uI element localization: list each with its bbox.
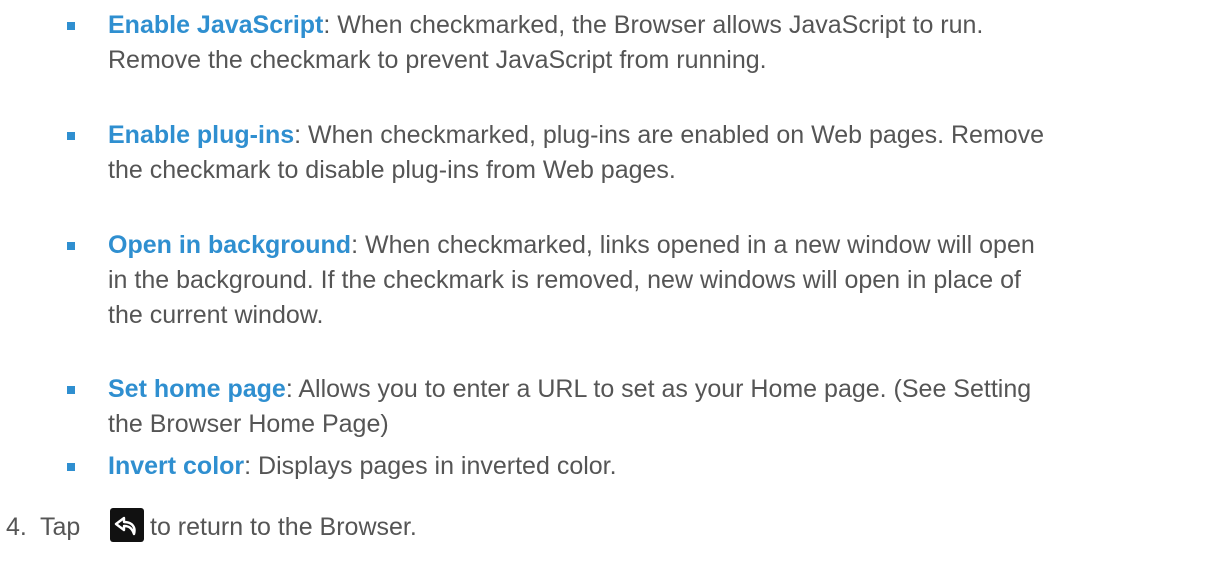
bullet-term: Enable plug-ins bbox=[108, 121, 295, 149]
bullet-line: Invert color: Displays pages in inverted… bbox=[108, 449, 1198, 484]
bullet-text: Open in background: When checkmarked, li… bbox=[108, 228, 1198, 333]
back-arrow-icon-glyph bbox=[114, 516, 136, 536]
bullet-text: Set home page: Allows you to enter a URL… bbox=[108, 372, 1198, 442]
bullet-line: Set home page: Allows you to enter a URL… bbox=[108, 372, 1198, 407]
bullet-description: : When checkmarked, the Browser allows J… bbox=[323, 11, 984, 39]
bullet-line: the checkmark to disable plug-ins from W… bbox=[108, 156, 676, 184]
bullet-description: : Displays pages in inverted color. bbox=[244, 452, 617, 480]
bullet-text: Enable plug-ins: When checkmarked, plug-… bbox=[108, 118, 1198, 188]
square-bullet-icon bbox=[67, 463, 75, 471]
bullet-term: Invert color bbox=[108, 452, 245, 480]
bullet-line: Enable JavaScript: When checkmarked, the… bbox=[108, 8, 1198, 43]
square-bullet-icon bbox=[67, 22, 75, 30]
bullet-text: Invert color: Displays pages in inverted… bbox=[108, 449, 1198, 484]
bullet-description: : Allows you to enter a URL to set as yo… bbox=[285, 375, 1032, 403]
bullet-term: Set home page bbox=[108, 375, 286, 403]
bullet-line: Remove the checkmark to prevent JavaScri… bbox=[108, 46, 767, 74]
step-4: 4. Tap to return to the Browser. bbox=[0, 508, 1215, 548]
square-bullet-icon bbox=[67, 242, 75, 250]
bullet-line: Open in background: When checkmarked, li… bbox=[108, 228, 1198, 263]
bullet-line: in the background. If the checkmark is r… bbox=[108, 266, 1021, 294]
bullet-description: : When checkmarked, links opened in a ne… bbox=[351, 231, 1035, 259]
bullet-term: Open in background bbox=[108, 231, 352, 259]
bullet-line: the current window. bbox=[108, 301, 324, 329]
bullet-description: : When checkmarked, plug-ins are enabled… bbox=[294, 121, 1045, 149]
bullet-line: Enable plug-ins: When checkmarked, plug-… bbox=[108, 118, 1198, 153]
step-number: 4. bbox=[6, 513, 27, 541]
bullet-text: Enable JavaScript: When checkmarked, the… bbox=[108, 8, 1198, 78]
back-arrow-icon bbox=[110, 508, 144, 542]
bullet-line: the Browser Home Page) bbox=[108, 410, 389, 438]
step-text-after-icon: to return to the Browser. bbox=[150, 513, 417, 541]
step-text-before-icon: Tap bbox=[40, 513, 81, 541]
square-bullet-icon bbox=[67, 386, 75, 394]
square-bullet-icon bbox=[67, 132, 75, 140]
bullet-term: Enable JavaScript bbox=[108, 11, 324, 39]
